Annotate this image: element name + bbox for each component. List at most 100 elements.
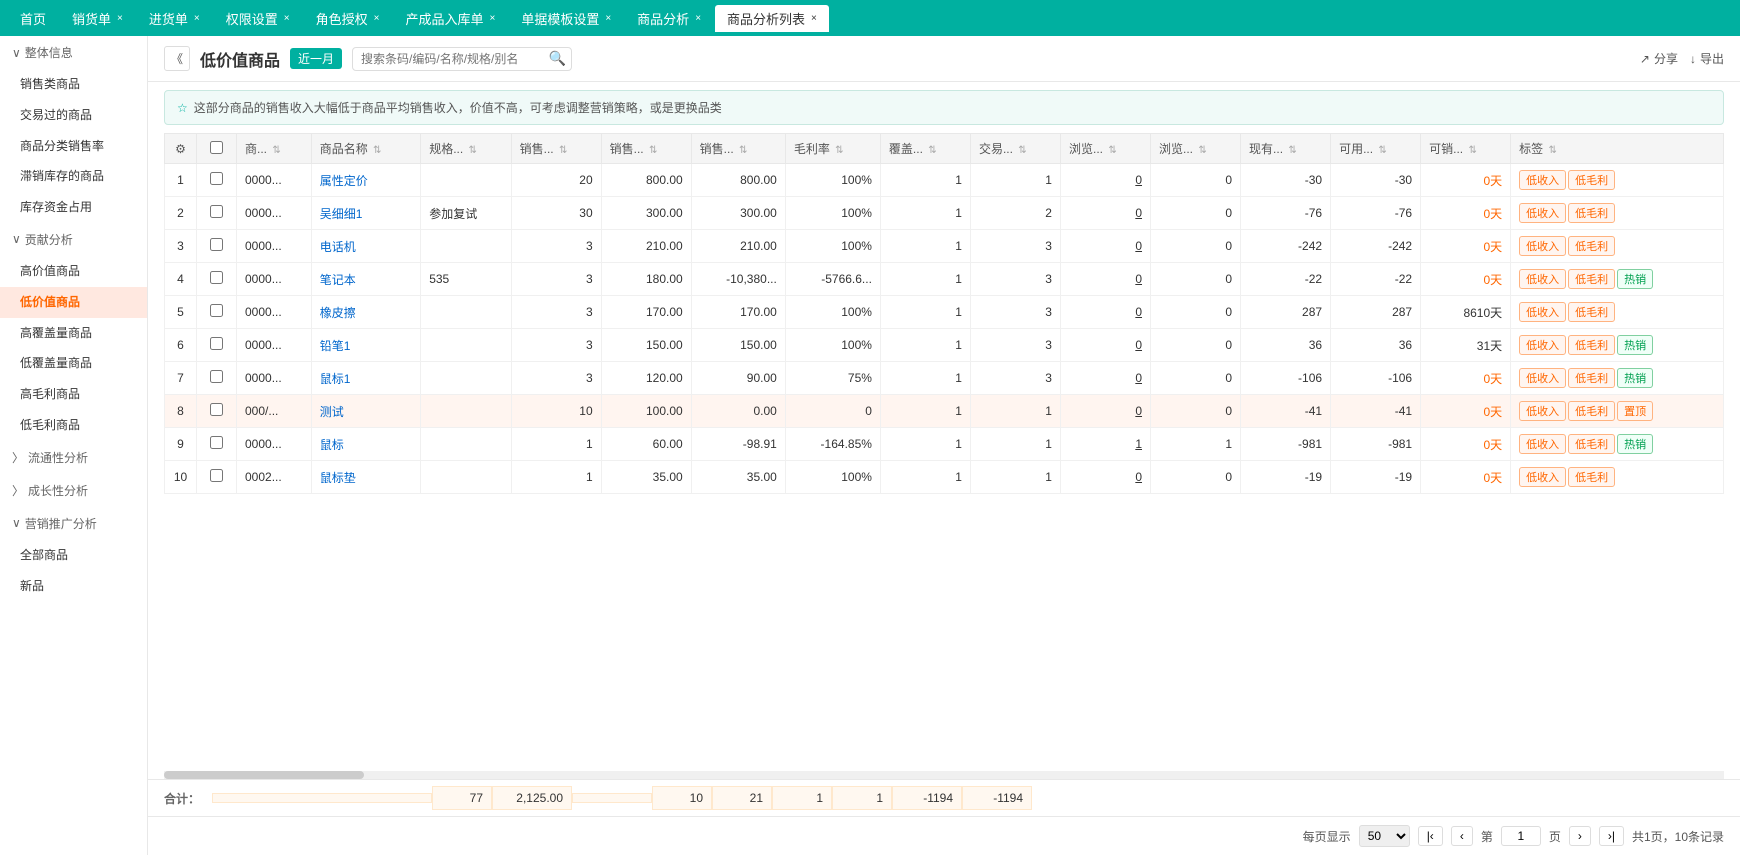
td-v1[interactable]: 0	[1060, 329, 1150, 362]
td-v1[interactable]: 0	[1060, 230, 1150, 263]
td-tags: 低收入低毛利热销	[1511, 428, 1724, 461]
select-all-checkbox[interactable]	[210, 141, 223, 154]
td-v1[interactable]: 0	[1060, 461, 1150, 494]
td-checkbox[interactable]	[197, 395, 237, 428]
first-page-button[interactable]: |‹	[1418, 826, 1443, 846]
td-cover: 1	[880, 395, 970, 428]
td-s1: 3	[511, 329, 601, 362]
table-row: 3 0000... 电话机 3 210.00 210.00 100% 1 3 0…	[165, 230, 1724, 263]
sidebar-item-sales-goods[interactable]: 销售类商品	[0, 69, 147, 100]
next-page-button[interactable]: ›	[1569, 826, 1591, 846]
search-input[interactable]	[352, 47, 572, 71]
nav-purchase-close[interactable]: ×	[194, 13, 200, 24]
nav-templates-close[interactable]: ×	[605, 13, 611, 24]
td-name[interactable]: 测试	[311, 395, 421, 428]
nav-roles[interactable]: 角色授权 ×	[304, 5, 392, 32]
nav-analysis-list[interactable]: 商品分析列表 ×	[715, 5, 829, 32]
nav-analysis-list-close[interactable]: ×	[811, 13, 817, 24]
td-available: -30	[1331, 164, 1421, 197]
td-checkbox[interactable]	[197, 362, 237, 395]
td-v1[interactable]: 0	[1060, 164, 1150, 197]
td-checkbox[interactable]	[197, 329, 237, 362]
nav-analysis[interactable]: 商品分析 ×	[625, 5, 713, 32]
prev-page-button[interactable]: ‹	[1451, 826, 1473, 846]
sidebar-group-overall[interactable]: ∨ 整体信息	[0, 36, 147, 69]
nav-sales-close[interactable]: ×	[117, 13, 123, 24]
th-settings[interactable]: ⚙	[165, 134, 197, 164]
sidebar-item-new-goods[interactable]: 新品	[0, 571, 147, 602]
td-v1[interactable]: 0	[1060, 362, 1150, 395]
sidebar-item-slow-stock[interactable]: 滞销库存的商品	[0, 161, 147, 192]
td-name[interactable]: 电话机	[311, 230, 421, 263]
collapse-sidebar-button[interactable]: 《	[164, 46, 190, 71]
sidebar-item-low-margin[interactable]: 低毛利商品	[0, 410, 147, 441]
td-s1: 1	[511, 428, 601, 461]
total-spacer	[212, 793, 432, 803]
last-page-button[interactable]: ›|	[1599, 826, 1624, 846]
share-button[interactable]: ↗ 分享	[1640, 50, 1678, 67]
td-checkbox[interactable]	[197, 230, 237, 263]
td-name[interactable]: 属性定价	[311, 164, 421, 197]
td-name[interactable]: 铅笔1	[311, 329, 421, 362]
nav-permissions[interactable]: 权限设置 ×	[214, 5, 302, 32]
td-checkbox[interactable]	[197, 428, 237, 461]
per-page-select[interactable]: 50 100 200	[1359, 825, 1410, 847]
td-v1[interactable]: 0	[1060, 296, 1150, 329]
td-name[interactable]: 鼠标	[311, 428, 421, 461]
td-v1[interactable]: 0	[1060, 197, 1150, 230]
td-cover: 1	[880, 164, 970, 197]
td-v2: 0	[1151, 362, 1241, 395]
nav-purchase[interactable]: 进货单 ×	[137, 5, 212, 32]
td-margin: 100%	[785, 296, 880, 329]
sidebar-group-growth[interactable]: 〉 成长性分析	[0, 474, 147, 507]
td-checkbox[interactable]	[197, 263, 237, 296]
td-v1[interactable]: 0	[1060, 263, 1150, 296]
td-v2: 0	[1151, 263, 1241, 296]
sidebar-group-marketing[interactable]: ∨ 营销推广分析	[0, 507, 147, 540]
td-no: 1	[165, 164, 197, 197]
nav-roles-close[interactable]: ×	[374, 13, 380, 24]
td-name[interactable]: 吴细细1	[311, 197, 421, 230]
td-current: -30	[1241, 164, 1331, 197]
sidebar-item-traded[interactable]: 交易过的商品	[0, 100, 147, 131]
td-s2: 120.00	[601, 362, 691, 395]
export-button[interactable]: ↓ 导出	[1690, 50, 1724, 67]
td-s2: 60.00	[601, 428, 691, 461]
sidebar-item-low-value[interactable]: 低价值商品	[0, 287, 147, 318]
td-v1[interactable]: 1	[1060, 428, 1150, 461]
td-name[interactable]: 鼠标1	[311, 362, 421, 395]
horizontal-scrollbar[interactable]	[164, 771, 1724, 779]
nav-analysis-close[interactable]: ×	[695, 13, 701, 24]
sidebar-item-category-sales[interactable]: 商品分类销售率	[0, 131, 147, 162]
td-trade: 3	[970, 362, 1060, 395]
sidebar-item-capital[interactable]: 库存资金占用	[0, 192, 147, 223]
td-checkbox[interactable]	[197, 296, 237, 329]
sidebar-item-high-margin[interactable]: 高毛利商品	[0, 379, 147, 410]
period-button[interactable]: 近一月	[290, 48, 342, 69]
table-row: 5 0000... 橡皮擦 3 170.00 170.00 100% 1 3 0…	[165, 296, 1724, 329]
td-checkbox[interactable]	[197, 461, 237, 494]
td-s3: 170.00	[691, 296, 785, 329]
td-name[interactable]: 笔记本	[311, 263, 421, 296]
nav-products[interactable]: 产成品入库单 ×	[393, 5, 507, 32]
td-name[interactable]: 橡皮擦	[311, 296, 421, 329]
sidebar-item-all-goods[interactable]: 全部商品	[0, 540, 147, 571]
search-icon[interactable]: 🔍	[549, 50, 566, 67]
sidebar-group-flow[interactable]: 〉 流通性分析	[0, 441, 147, 474]
sidebar-group-contribution[interactable]: ∨ 贡献分析	[0, 223, 147, 256]
sidebar-item-high-value[interactable]: 高价值商品	[0, 256, 147, 287]
nav-home[interactable]: 首页	[8, 5, 58, 32]
page-number-input[interactable]	[1501, 826, 1541, 846]
td-checkbox[interactable]	[197, 164, 237, 197]
scrollbar-thumb[interactable]	[164, 771, 364, 779]
td-checkbox[interactable]	[197, 197, 237, 230]
td-current: 287	[1241, 296, 1331, 329]
nav-sales[interactable]: 销货单 ×	[60, 5, 135, 32]
nav-products-close[interactable]: ×	[489, 13, 495, 24]
nav-templates[interactable]: 单据模板设置 ×	[509, 5, 623, 32]
sidebar-item-low-coverage[interactable]: 低覆盖量商品	[0, 348, 147, 379]
td-name[interactable]: 鼠标垫	[311, 461, 421, 494]
sidebar-item-high-coverage[interactable]: 高覆盖量商品	[0, 318, 147, 349]
nav-permissions-close[interactable]: ×	[284, 13, 290, 24]
td-v1[interactable]: 0	[1060, 395, 1150, 428]
